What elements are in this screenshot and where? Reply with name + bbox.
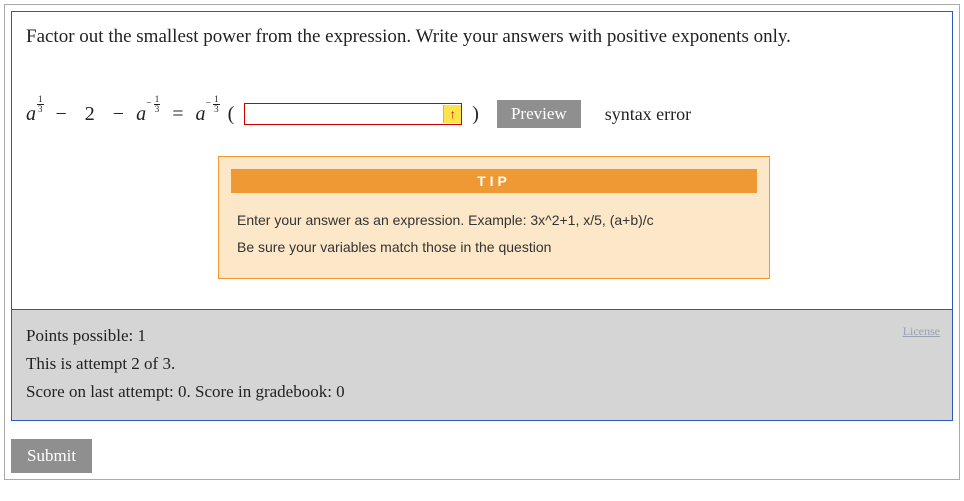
points-possible: Points possible: 1	[26, 322, 938, 350]
question-prompt: Factor out the smallest power from the e…	[26, 26, 938, 48]
tip-line: Enter your answer as an expression. Exam…	[237, 207, 751, 234]
syntax-error-msg: syntax error	[605, 104, 691, 125]
term-a-rhs: a − 1 3	[195, 103, 219, 126]
answer-input[interactable]	[245, 104, 443, 124]
tip-header: TIP	[231, 169, 757, 193]
preview-button[interactable]: Preview	[497, 100, 581, 128]
close-paren: )	[472, 103, 479, 126]
arrow-up-icon[interactable]: ↑	[443, 105, 461, 123]
equals-op: =	[172, 103, 183, 126]
open-paren: (	[228, 103, 235, 126]
constant-2: 2	[85, 103, 95, 126]
score-info: Score on last attempt: 0. Score in grade…	[26, 378, 938, 406]
page-frame: Factor out the smallest power from the e…	[4, 4, 960, 480]
answer-input-wrap[interactable]: ↑	[244, 103, 462, 125]
attempt-info: This is attempt 2 of 3.	[26, 350, 938, 378]
neg-exponent: − 1 3	[205, 95, 219, 114]
prompt-area: Factor out the smallest power from the e…	[12, 12, 952, 309]
exponent-frac: 1 3	[37, 95, 44, 114]
tip-line: Be sure your variables match those in th…	[237, 234, 751, 261]
footer-block: License Points possible: 1 This is attem…	[12, 309, 952, 420]
term-a-exp1: a 1 3	[26, 103, 44, 126]
question-block: Factor out the smallest power from the e…	[11, 11, 953, 421]
neg-exponent: − 1 3	[146, 95, 160, 114]
tip-box: TIP Enter your answer as an expression. …	[218, 156, 770, 279]
math-expression: a 1 3 − 2 − a − 1 3	[26, 100, 938, 128]
license-link[interactable]: License	[903, 322, 940, 342]
term-a-exp-neg: a − 1 3	[136, 103, 160, 126]
tip-body: Enter your answer as an expression. Exam…	[231, 193, 757, 266]
minus-op: −	[113, 103, 124, 126]
submit-button[interactable]: Submit	[11, 439, 92, 473]
minus-op: −	[56, 103, 67, 126]
